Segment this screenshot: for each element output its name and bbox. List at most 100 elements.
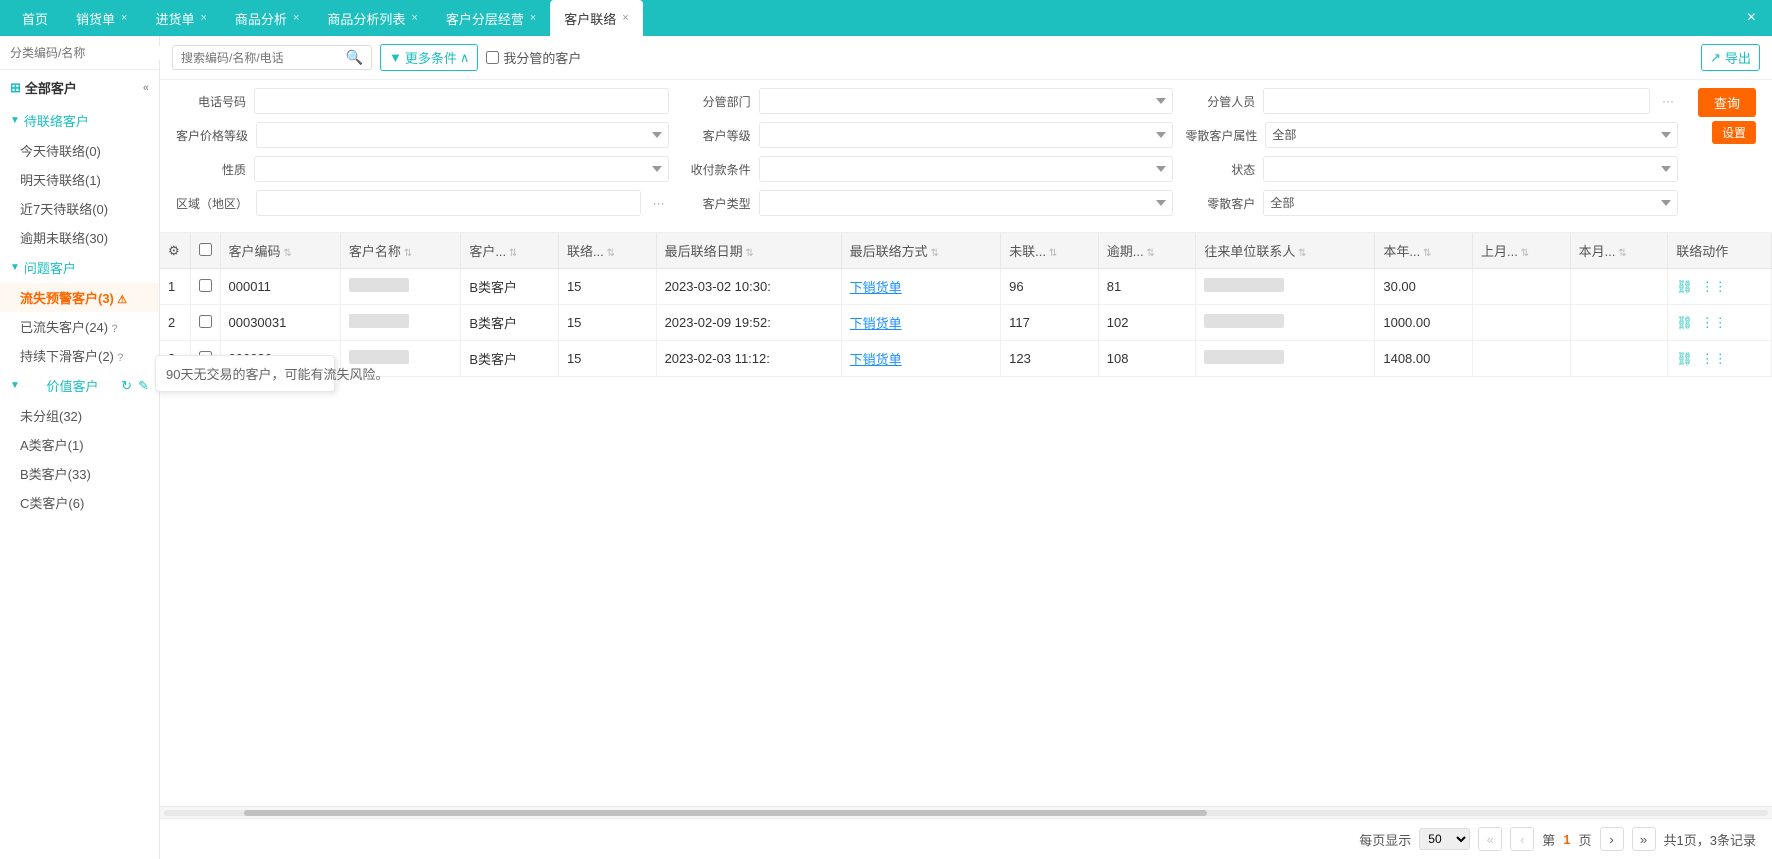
filter-customer-type-select[interactable] [759, 190, 1174, 216]
tab-customer-stratification[interactable]: 客户分层经营 × [432, 0, 550, 36]
filter-phone-input[interactable] [254, 88, 669, 114]
cell-actions: ⛓ ⋮⋮ [1668, 341, 1772, 377]
tab-product-analysis[interactable]: 商品分析 × [221, 0, 313, 36]
th-customer-type[interactable]: 客户... [461, 233, 559, 269]
sidebar-section-value[interactable]: 价值客户 ↻ ✎ [0, 370, 159, 401]
window-close-button[interactable]: × [1739, 9, 1764, 27]
filter-region-more[interactable]: ··· [649, 196, 669, 210]
filter-retail-customer-select[interactable]: 全部 [1263, 190, 1678, 216]
th-overdue[interactable]: 逾期... [1098, 233, 1196, 269]
cell-last-method[interactable]: 下销货单 [841, 341, 1000, 377]
select-all-checkbox[interactable] [199, 243, 212, 256]
sidebar-section-pending[interactable]: 待联络客户 [0, 105, 159, 136]
filter-status-select[interactable] [1263, 156, 1678, 182]
filter-payment-select[interactable] [759, 156, 1174, 182]
sidebar-item-7day-pending[interactable]: 近7天待联络(0) [0, 194, 159, 223]
action-grid-icon[interactable]: ⋮⋮ [1701, 351, 1727, 367]
sidebar-item-tomorrow-pending[interactable]: 明天待联络(1) [0, 165, 159, 194]
filter-price-grade-select[interactable] [256, 122, 669, 148]
sidebar-item-class-c[interactable]: C类客户(6) [0, 488, 159, 517]
edit-icon[interactable]: ✎ [138, 378, 149, 394]
th-this-month[interactable]: 本月... [1570, 233, 1668, 269]
close-tab-product-analysis[interactable]: × [293, 12, 299, 24]
sidebar-root[interactable]: ⊞ 全部客户 « [0, 70, 159, 105]
th-last-contact-method[interactable]: 最后联络方式 [841, 233, 1000, 269]
sidebar-section-problem[interactable]: 问题客户 [0, 252, 159, 283]
tab-purchase-order[interactable]: 进货单 × [141, 0, 220, 36]
action-grid-icon[interactable]: ⋮⋮ [1701, 279, 1727, 295]
action-link-icon[interactable]: ⛓ [1676, 315, 1693, 331]
refresh-icon[interactable]: ↻ [121, 378, 132, 394]
sidebar-item-lost-customers[interactable]: 已流失客户(24) ? [0, 312, 159, 341]
sidebar-item-class-a[interactable]: A类客户(1) [0, 430, 159, 459]
th-uncontact[interactable]: 未联... [1001, 233, 1099, 269]
action-link-icon[interactable]: ⛓ [1676, 351, 1693, 367]
tab-home[interactable]: 首页 [8, 0, 62, 36]
sidebar-item-unclassified[interactable]: 未分组(32) [0, 401, 159, 430]
th-last-month[interactable]: 上月... [1472, 233, 1570, 269]
th-contact-person[interactable]: 往来单位联系人 [1196, 233, 1375, 269]
filter-customer-grade-select[interactable] [759, 122, 1174, 148]
last-method-link[interactable]: 下销货单 [850, 352, 902, 367]
th-this-year[interactable]: 本年... [1375, 233, 1473, 269]
filter-more-btn[interactable]: ▼ 更多条件 ∧ [380, 44, 478, 71]
tab-product-analysis-list[interactable]: 商品分析列表 × [313, 0, 431, 36]
filter-dept-select[interactable] [759, 88, 1174, 114]
next-page-btn[interactable]: › [1600, 827, 1624, 851]
settings-button[interactable]: 设置 [1712, 121, 1756, 144]
th-customer-code[interactable]: 客户编码 [220, 233, 340, 269]
last-method-link[interactable]: 下销货单 [850, 316, 902, 331]
th-last-contact-date[interactable]: 最后联络日期 [656, 233, 841, 269]
tab-sales-order[interactable]: 销货单 × [62, 0, 141, 36]
th-settings[interactable]: ⚙ [160, 233, 190, 269]
toolbar-search-input[interactable] [181, 51, 346, 65]
sidebar-item-churn-warning[interactable]: 流失预警客户(3) ⚠ [0, 283, 159, 312]
toolbar-search-icon[interactable]: 🔍 [346, 49, 363, 66]
row-checkbox[interactable] [199, 279, 212, 292]
cell-overdue: 108 [1098, 341, 1196, 377]
scrollbar-thumb[interactable] [244, 810, 1206, 816]
filter-retail-attr-select[interactable]: 全部 [1265, 122, 1678, 148]
horizontal-scrollbar[interactable] [160, 806, 1772, 818]
sidebar-item-declining-customers[interactable]: 持续下滑客户(2) ? [0, 341, 159, 370]
cell-uncontact: 117 [1001, 305, 1099, 341]
tooltip-churn-warning: 90天无交易的客户，可能有流失风险。 [155, 355, 335, 392]
my-customers-checkbox[interactable] [486, 51, 499, 64]
cell-checkbox[interactable] [190, 269, 220, 305]
close-tab-sales[interactable]: × [121, 12, 127, 24]
first-page-btn[interactable]: « [1478, 827, 1502, 851]
sidebar-item-class-b[interactable]: B类客户(33) [0, 459, 159, 488]
filter-region-input[interactable] [256, 190, 641, 216]
close-tab-product-list[interactable]: × [411, 12, 417, 24]
filter-person-input[interactable] [1263, 88, 1650, 114]
my-customers-checkbox-label[interactable]: 我分管的客户 [486, 48, 581, 67]
tab-customer-contact[interactable]: 客户联络 × [550, 0, 642, 36]
cell-last-method[interactable]: 下销货单 [841, 269, 1000, 305]
cell-checkbox[interactable] [190, 305, 220, 341]
filter-person-more[interactable]: ··· [1658, 94, 1678, 108]
filter-retail-customer-label: 零散客户 [1185, 195, 1255, 212]
close-tab-contact[interactable]: × [622, 12, 628, 24]
collapse-icon[interactable]: « [143, 82, 149, 94]
cell-last-method[interactable]: 下销货单 [841, 305, 1000, 341]
th-contact-count[interactable]: 联络... [558, 233, 656, 269]
th-checkbox[interactable] [190, 233, 220, 269]
last-page-btn[interactable]: » [1632, 827, 1656, 851]
close-tab-stratification[interactable]: × [530, 12, 536, 24]
filter-nature-select[interactable] [254, 156, 669, 182]
prev-page-btn[interactable]: ‹ [1510, 827, 1534, 851]
th-customer-name[interactable]: 客户名称 [340, 233, 460, 269]
action-grid-icon[interactable]: ⋮⋮ [1701, 315, 1727, 331]
last-method-link[interactable]: 下销货单 [850, 280, 902, 295]
query-button[interactable]: 查询 [1698, 88, 1756, 117]
page-di-label: 第 [1542, 830, 1555, 849]
close-tab-purchase[interactable]: × [200, 12, 206, 24]
per-page-select[interactable]: 50 100 200 [1419, 828, 1470, 850]
export-btn[interactable]: ↗ 导出 [1701, 44, 1760, 71]
sidebar-item-overdue-contact[interactable]: 逾期未联络(30) [0, 223, 159, 252]
sidebar-item-today-pending[interactable]: 今天待联络(0) [0, 136, 159, 165]
row-checkbox[interactable] [199, 315, 212, 328]
sidebar-search-input[interactable] [10, 46, 165, 60]
cell-contact-count: 15 [558, 269, 656, 305]
action-link-icon[interactable]: ⛓ [1676, 279, 1693, 295]
